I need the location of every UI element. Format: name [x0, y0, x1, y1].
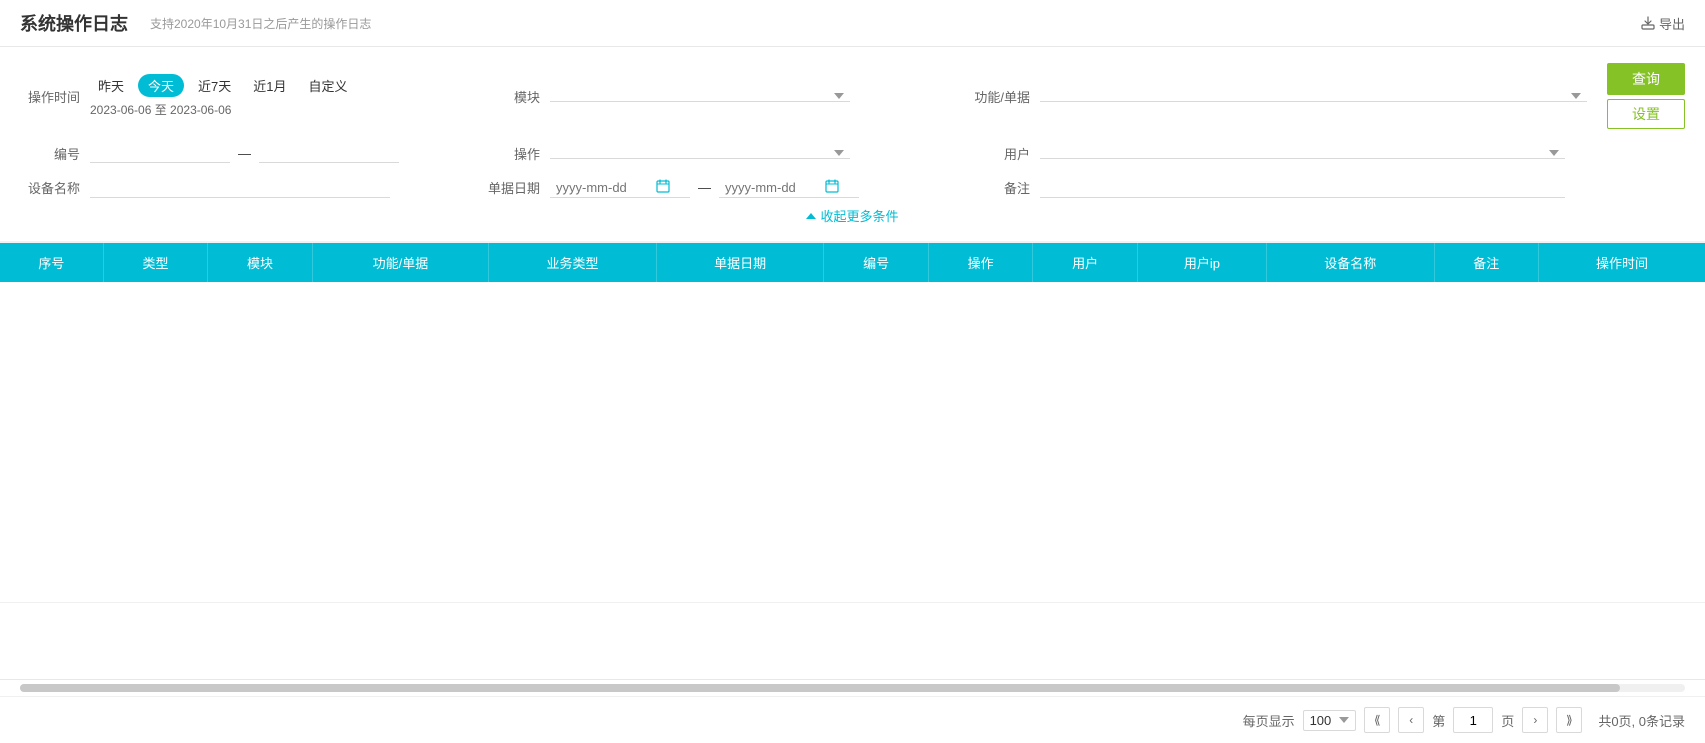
- chevron-up-icon: [806, 213, 816, 219]
- pagination-bar: 每页显示 100 ⟪ ‹ 第 页 › ⟫ 共0页, 0条记录: [0, 696, 1705, 743]
- last-page-button[interactable]: ⟫: [1556, 707, 1582, 733]
- code-input-from[interactable]: [90, 143, 230, 163]
- scrollbar-area: [0, 679, 1705, 696]
- settings-button[interactable]: 设置: [1607, 99, 1685, 129]
- time-btn-custom[interactable]: 自定义: [301, 74, 356, 97]
- table-col-模块: 模块: [208, 243, 312, 282]
- operation-select[interactable]: [550, 148, 850, 159]
- table-col-操作: 操作: [928, 243, 1032, 282]
- table-col-用户: 用户: [1033, 243, 1137, 282]
- user-filter: 用户: [960, 144, 1685, 163]
- header-bar: 系统操作日志 支持2020年10月31日之后产生的操作日志 导出: [0, 0, 1705, 47]
- table-col-单据日期: 单据日期: [656, 243, 824, 282]
- remark-label: 备注: [960, 178, 1030, 197]
- per-page-value: 100: [1310, 713, 1332, 728]
- device-filter: 设备名称: [20, 178, 480, 198]
- query-button[interactable]: 查询: [1607, 63, 1685, 95]
- action-buttons: 查询 设置: [1607, 63, 1685, 129]
- page-unit: 页: [1501, 711, 1514, 730]
- module-label: 模块: [480, 87, 540, 106]
- time-btn-1month[interactable]: 近1月: [245, 74, 294, 97]
- collapse-row: 收起更多条件: [20, 206, 1685, 225]
- table-col-序号: 序号: [0, 243, 103, 282]
- collapse-button[interactable]: 收起更多条件: [806, 206, 898, 225]
- prev-page-button[interactable]: ‹: [1398, 707, 1424, 733]
- collapse-label: 收起更多条件: [820, 206, 898, 225]
- time-btn-yesterday[interactable]: 昨天: [90, 74, 132, 97]
- user-select[interactable]: [1040, 148, 1565, 159]
- date-to-input[interactable]: [725, 180, 825, 195]
- calendar-from-icon[interactable]: [656, 179, 672, 195]
- table-col-用户ip: 用户ip: [1137, 243, 1266, 282]
- scrollbar-thumb: [20, 684, 1620, 692]
- table-col-备注: 备注: [1434, 243, 1538, 282]
- time-range: 2023-06-06 至 2023-06-06: [90, 101, 356, 118]
- voucher-date-filter: 单据日期 —: [480, 177, 960, 198]
- table-col-编号: 编号: [824, 243, 928, 282]
- table-col-设备名称: 设备名称: [1266, 243, 1434, 282]
- date-to-field: [719, 177, 859, 198]
- calendar-to-icon[interactable]: [825, 179, 841, 195]
- function-chevron-icon: [1571, 93, 1581, 99]
- page-subtitle: 支持2020年10月31日之后产生的操作日志: [150, 15, 371, 32]
- user-label: 用户: [960, 144, 1030, 163]
- per-page-chevron-icon: [1339, 717, 1349, 723]
- code-dash: —: [238, 146, 251, 161]
- date-from-input[interactable]: [556, 180, 656, 195]
- code-filter: 编号 —: [20, 143, 480, 163]
- table-header-row: 序号类型模块功能/单据业务类型单据日期编号操作用户用户ip设备名称备注操作时间: [0, 243, 1705, 282]
- remark-input[interactable]: [1040, 178, 1565, 198]
- next-page-button[interactable]: ›: [1522, 707, 1548, 733]
- remark-filter: 备注: [960, 178, 1685, 198]
- per-page-label: 每页显示: [1243, 711, 1295, 730]
- export-icon: [1641, 16, 1655, 30]
- operation-label: 操作: [480, 144, 540, 163]
- page-title: 系统操作日志: [20, 10, 128, 36]
- table-col-操作时间: 操作时间: [1539, 243, 1705, 282]
- page-label: 第: [1432, 711, 1445, 730]
- export-button[interactable]: 导出: [1641, 14, 1685, 33]
- horizontal-scrollbar[interactable]: [20, 684, 1685, 692]
- per-page-select[interactable]: 100: [1303, 710, 1357, 731]
- voucher-date-label: 单据日期: [480, 178, 540, 197]
- time-btn-today[interactable]: 今天: [138, 74, 184, 97]
- date-dash: —: [698, 180, 711, 195]
- table-col-业务类型: 业务类型: [489, 243, 657, 282]
- data-table: 序号类型模块功能/单据业务类型单据日期编号操作用户用户ip设备名称备注操作时间: [0, 243, 1705, 603]
- module-select[interactable]: [550, 91, 850, 102]
- operation-filter: 操作: [480, 144, 960, 163]
- table-col-类型: 类型: [103, 243, 207, 282]
- table-head: 序号类型模块功能/单据业务类型单据日期编号操作用户用户ip设备名称备注操作时间: [0, 243, 1705, 282]
- total-info: 共0页, 0条记录: [1598, 711, 1685, 730]
- function-filter: 功能/单据 查询 设置: [960, 63, 1685, 129]
- table-area: 序号类型模块功能/单据业务类型单据日期编号操作用户用户ip设备名称备注操作时间: [0, 243, 1705, 679]
- date-from-field: [550, 177, 690, 198]
- filter-area: 操作时间 昨天 今天 近7天 近1月 自定义 2023-06-06 至 2023…: [0, 47, 1705, 241]
- table-col-功能/单据: 功能/单据: [312, 243, 488, 282]
- code-input-to[interactable]: [259, 143, 399, 163]
- time-btn-7days[interactable]: 近7天: [190, 74, 239, 97]
- module-chevron-icon: [834, 93, 844, 99]
- device-input[interactable]: [90, 178, 390, 198]
- time-filter-group: 操作时间 昨天 今天 近7天 近1月 自定义 2023-06-06 至 2023…: [20, 74, 480, 118]
- function-select[interactable]: [1040, 91, 1587, 102]
- device-label: 设备名称: [20, 178, 80, 197]
- table-body: [0, 282, 1705, 602]
- empty-row: [0, 282, 1705, 602]
- code-label: 编号: [20, 144, 80, 163]
- first-page-button[interactable]: ⟪: [1364, 707, 1390, 733]
- module-filter: 模块: [480, 87, 960, 106]
- function-label: 功能/单据: [960, 87, 1030, 106]
- time-label: 操作时间: [20, 87, 80, 106]
- page-number-input[interactable]: [1453, 707, 1493, 733]
- user-chevron-icon: [1549, 150, 1559, 156]
- operation-chevron-icon: [834, 150, 844, 156]
